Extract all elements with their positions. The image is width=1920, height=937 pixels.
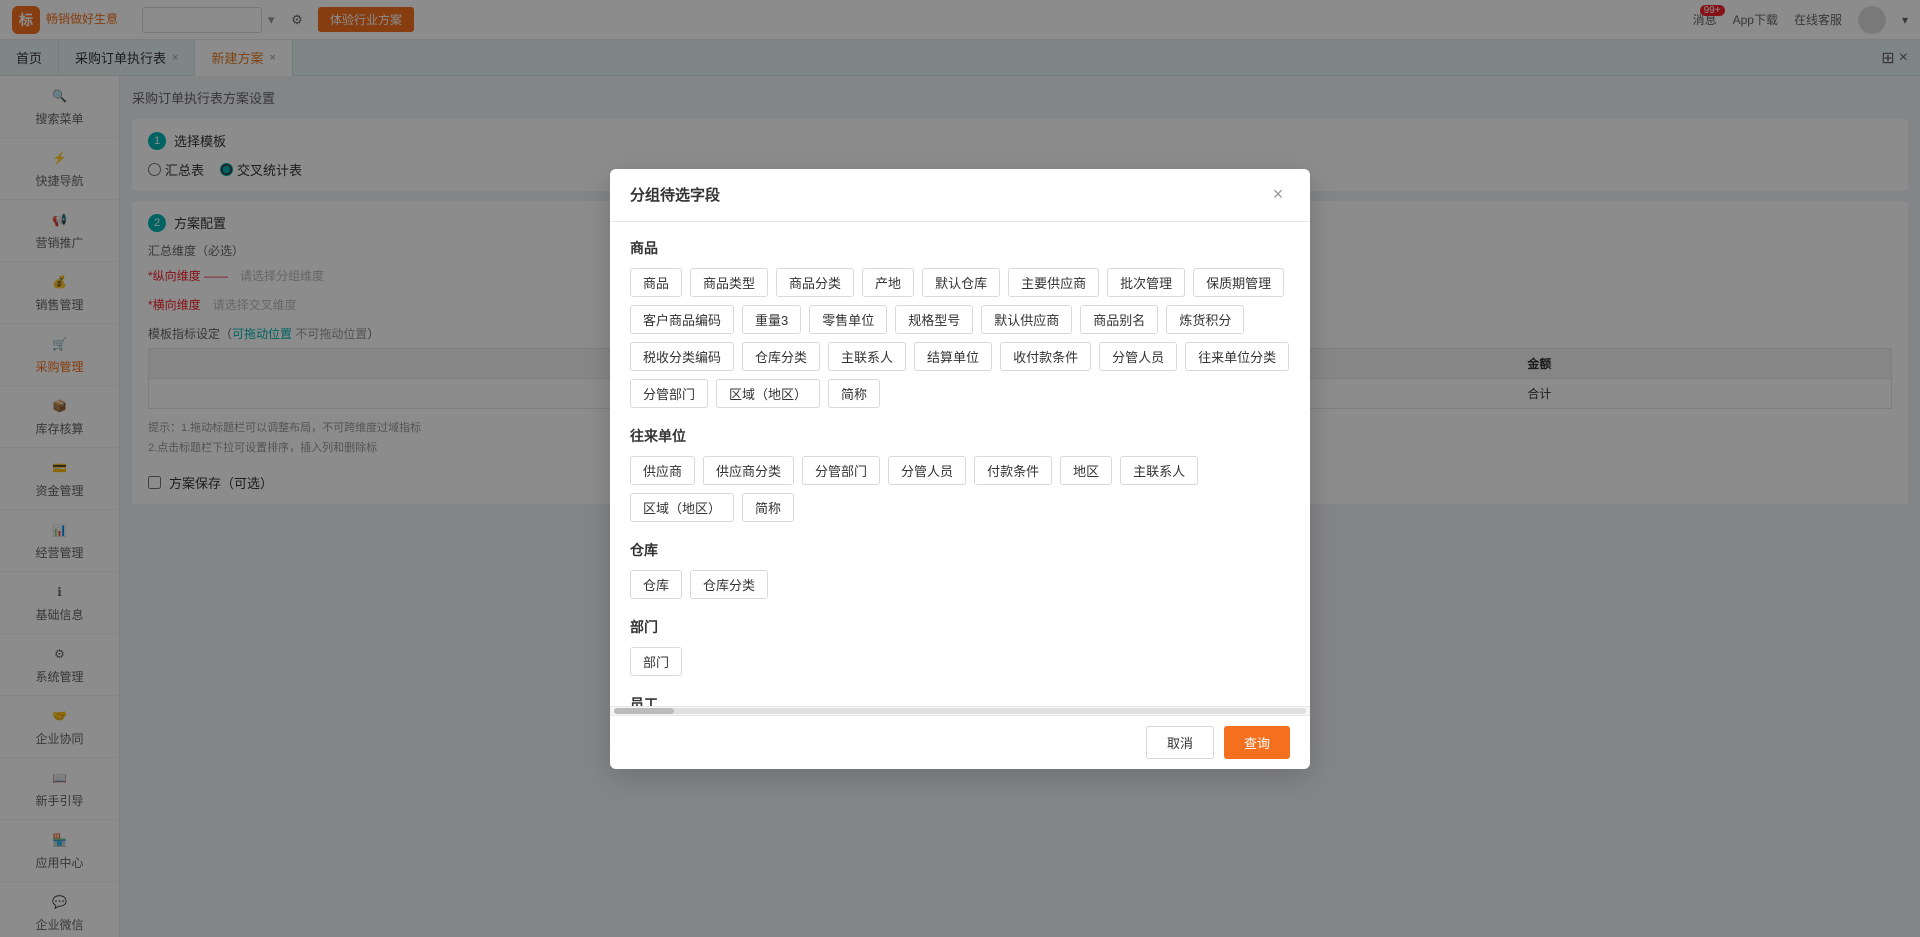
field-chip[interactable]: 供应商分类 — [703, 456, 794, 485]
field-chip[interactable]: 主要供应商 — [1008, 268, 1099, 297]
field-chip[interactable]: 客户商品编码 — [630, 305, 734, 334]
field-chip[interactable]: 商品分类 — [776, 268, 854, 297]
field-chip[interactable]: 商品 — [630, 268, 682, 297]
section-partner-title: 往来单位 — [630, 426, 1290, 446]
field-chip[interactable]: 简称 — [828, 379, 880, 408]
field-chip[interactable]: 分管部门 — [802, 456, 880, 485]
field-chip[interactable]: 供应商 — [630, 456, 695, 485]
modal-close-button[interactable]: × — [1266, 183, 1290, 207]
modal-hscroll[interactable] — [610, 706, 1310, 715]
field-chip[interactable]: 仓库 — [630, 570, 682, 599]
field-chip[interactable]: 重量3 — [742, 305, 801, 334]
section-goods-title: 商品 — [630, 238, 1290, 258]
field-chip[interactable]: 零售单位 — [809, 305, 887, 334]
field-chip[interactable]: 主联系人 — [828, 342, 906, 371]
section-dept-title: 部门 — [630, 617, 1290, 637]
modal-footer: 取消 查询 — [610, 715, 1310, 769]
warehouse-chips: 仓库仓库分类 — [630, 570, 1290, 599]
field-chip[interactable]: 区域（地区） — [630, 493, 734, 522]
field-chip[interactable]: 往来单位分类 — [1185, 342, 1289, 371]
field-chip[interactable]: 分管人员 — [888, 456, 966, 485]
field-chip[interactable]: 主联系人 — [1120, 456, 1198, 485]
field-chip[interactable]: 保质期管理 — [1193, 268, 1284, 297]
partner-chips: 供应商供应商分类分管部门分管人员付款条件地区主联系人区域（地区） 简称 — [630, 456, 1290, 522]
section-staff-title: 员工 — [630, 694, 1290, 706]
field-chip[interactable]: 批次管理 — [1107, 268, 1185, 297]
modal-title: 分组待选字段 — [630, 184, 720, 205]
section-partner: 往来单位 供应商供应商分类分管部门分管人员付款条件地区主联系人区域（地区） 简称 — [630, 426, 1290, 522]
modal-cancel-button[interactable]: 取消 — [1146, 726, 1214, 759]
field-chip[interactable]: 仓库分类 — [742, 342, 820, 371]
field-chip[interactable]: 税收分类编码 — [630, 342, 734, 371]
field-chip[interactable]: 分管人员 — [1099, 342, 1177, 371]
field-chip[interactable]: 分管部门 — [630, 379, 708, 408]
hscroll-thumb — [614, 708, 674, 714]
field-chip[interactable]: 地区 — [1060, 456, 1112, 485]
section-staff: 员工 业务员 — [630, 694, 1290, 706]
field-chip[interactable]: 默认仓库 — [922, 268, 1000, 297]
field-chip[interactable]: 部门 — [630, 647, 682, 676]
field-chip[interactable]: 结算单位 — [914, 342, 992, 371]
field-chip[interactable]: 区域（地区） — [716, 379, 820, 408]
goods-chips: 商品商品类型商品分类产地默认仓库主要供应商批次管理保质期管理客户商品编码重量3 零… — [630, 268, 1290, 408]
field-chip[interactable]: 默认供应商 — [981, 305, 1072, 334]
field-chip[interactable]: 仓库分类 — [690, 570, 768, 599]
modal-body: 商品 商品商品类型商品分类产地默认仓库主要供应商批次管理保质期管理客户商品编码重… — [610, 222, 1310, 706]
field-chip[interactable]: 产地 — [862, 268, 914, 297]
field-chip[interactable]: 商品类型 — [690, 268, 768, 297]
field-chip[interactable]: 简称 — [742, 493, 794, 522]
section-goods: 商品 商品商品类型商品分类产地默认仓库主要供应商批次管理保质期管理客户商品编码重… — [630, 238, 1290, 408]
section-warehouse: 仓库 仓库仓库分类 — [630, 540, 1290, 599]
field-select-modal: 分组待选字段 × 商品 商品商品类型商品分类产地默认仓库主要供应商批次管理保质期… — [610, 169, 1310, 769]
dept-chips: 部门 — [630, 647, 1290, 676]
modal-header: 分组待选字段 × — [610, 169, 1310, 222]
field-chip[interactable]: 商品别名 — [1080, 305, 1158, 334]
field-chip[interactable]: 规格型号 — [895, 305, 973, 334]
field-chip[interactable]: 收付款条件 — [1000, 342, 1091, 371]
section-warehouse-title: 仓库 — [630, 540, 1290, 560]
hscroll-track — [614, 708, 1306, 714]
field-chip[interactable]: 炼货积分 — [1166, 305, 1244, 334]
field-chip[interactable]: 付款条件 — [974, 456, 1052, 485]
modal-confirm-button[interactable]: 查询 — [1224, 726, 1290, 759]
section-dept: 部门 部门 — [630, 617, 1290, 676]
